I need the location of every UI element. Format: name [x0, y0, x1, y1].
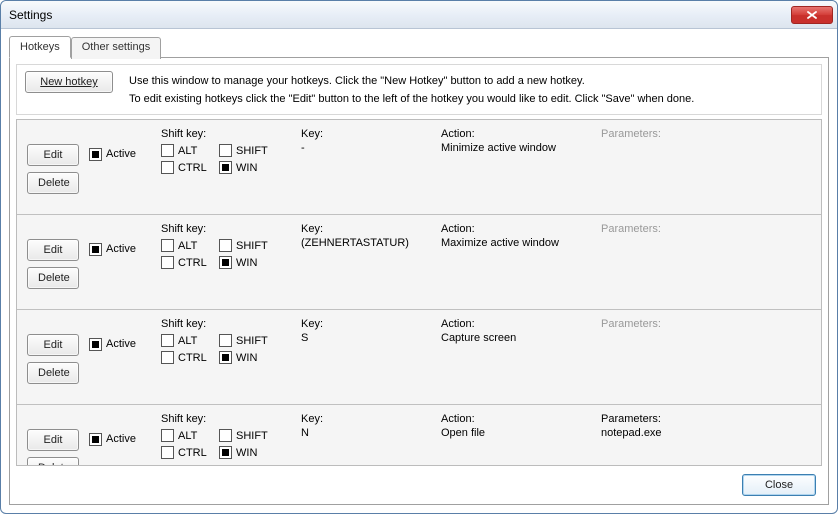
action-header: Action: — [441, 413, 601, 425]
hotkey-row: Edit Delete Active Shift key: ALT SHIFT CTRL WI… — [17, 120, 821, 215]
ctrl-checkbox[interactable] — [161, 256, 174, 269]
active-label: Active — [106, 433, 136, 445]
ctrl-label: CTRL — [178, 447, 207, 459]
action-header: Action: — [441, 128, 601, 140]
key-value: N — [301, 427, 441, 439]
tab-hotkeys[interactable]: Hotkeys — [9, 36, 71, 58]
alt-checkbox[interactable] — [161, 239, 174, 252]
edit-button[interactable]: Edit — [27, 239, 79, 261]
window-close-button[interactable] — [791, 6, 833, 24]
active-label: Active — [106, 243, 136, 255]
parameters-header: Parameters: — [601, 413, 811, 425]
shift-label: SHIFT — [236, 145, 268, 157]
delete-button[interactable]: Delete — [27, 362, 79, 384]
shift-checkbox[interactable] — [219, 429, 232, 442]
action-header: Action: — [441, 318, 601, 330]
shift-label: SHIFT — [236, 335, 268, 347]
close-icon — [807, 11, 817, 19]
action-value: Open file — [441, 427, 601, 439]
win-checkbox[interactable] — [219, 161, 232, 174]
close-button[interactable]: Close — [742, 474, 816, 496]
active-checkbox[interactable] — [89, 338, 102, 351]
hotkey-row: Edit Delete Active Shift key: ALT SHIFT CTRL WI… — [17, 310, 821, 405]
shift-key-header: Shift key: — [161, 318, 301, 330]
active-checkbox[interactable] — [89, 433, 102, 446]
tab-panel: New hotkey Use this window to manage you… — [9, 57, 829, 505]
window-title: Settings — [9, 8, 791, 22]
ctrl-checkbox[interactable] — [161, 446, 174, 459]
ctrl-checkbox[interactable] — [161, 351, 174, 364]
delete-button[interactable]: Delete — [27, 172, 79, 194]
alt-label: ALT — [178, 335, 197, 347]
win-label: WIN — [236, 257, 257, 269]
panel-footer: Close — [16, 466, 822, 498]
hotkey-row: Edit Delete Active Shift key: ALT SHIFT CTRL WI… — [17, 215, 821, 310]
ctrl-checkbox[interactable] — [161, 161, 174, 174]
hotkey-list-scroll[interactable]: Edit Delete Active Shift key: ALT SHIFT CTRL WI… — [17, 120, 821, 465]
delete-button[interactable]: Delete — [27, 267, 79, 289]
action-value: Capture screen — [441, 332, 601, 344]
intro-bar: New hotkey Use this window to manage you… — [16, 64, 822, 115]
ctrl-label: CTRL — [178, 352, 207, 364]
intro-text: Use this window to manage your hotkeys. … — [129, 71, 694, 108]
active-label: Active — [106, 338, 136, 350]
ctrl-label: CTRL — [178, 257, 207, 269]
tab-other-settings[interactable]: Other settings — [71, 37, 161, 59]
alt-label: ALT — [178, 240, 197, 252]
alt-label: ALT — [178, 145, 197, 157]
key-value: S — [301, 332, 441, 344]
hotkey-list: Edit Delete Active Shift key: ALT SHIFT CTRL WI… — [16, 119, 822, 466]
alt-checkbox[interactable] — [161, 334, 174, 347]
shift-label: SHIFT — [236, 240, 268, 252]
action-value: Maximize active window — [441, 237, 601, 249]
win-label: WIN — [236, 162, 257, 174]
ctrl-label: CTRL — [178, 162, 207, 174]
parameters-header: Parameters: — [601, 128, 811, 140]
edit-button[interactable]: Edit — [27, 429, 79, 451]
parameters-value: notepad.exe — [601, 427, 811, 439]
active-checkbox[interactable] — [89, 243, 102, 256]
shift-key-header: Shift key: — [161, 128, 301, 140]
win-checkbox[interactable] — [219, 446, 232, 459]
win-label: WIN — [236, 447, 257, 459]
alt-checkbox[interactable] — [161, 429, 174, 442]
active-label: Active — [106, 148, 136, 160]
key-header: Key: — [301, 223, 441, 235]
edit-button[interactable]: Edit — [27, 334, 79, 356]
delete-button[interactable]: Delete — [27, 457, 79, 465]
alt-checkbox[interactable] — [161, 144, 174, 157]
shift-checkbox[interactable] — [219, 334, 232, 347]
shift-checkbox[interactable] — [219, 144, 232, 157]
shift-checkbox[interactable] — [219, 239, 232, 252]
win-checkbox[interactable] — [219, 351, 232, 364]
key-value: (ZEHNERTASTATUR) — [301, 237, 441, 249]
parameters-header: Parameters: — [601, 318, 811, 330]
new-hotkey-button[interactable]: New hotkey — [25, 71, 113, 93]
action-value: Minimize active window — [441, 142, 601, 154]
win-label: WIN — [236, 352, 257, 364]
parameters-header: Parameters: — [601, 223, 811, 235]
alt-label: ALT — [178, 430, 197, 442]
key-header: Key: — [301, 318, 441, 330]
intro-line1: Use this window to manage your hotkeys. … — [129, 73, 694, 91]
shift-key-header: Shift key: — [161, 413, 301, 425]
key-value: - — [301, 142, 441, 154]
shift-key-header: Shift key: — [161, 223, 301, 235]
key-header: Key: — [301, 128, 441, 140]
win-checkbox[interactable] — [219, 256, 232, 269]
action-header: Action: — [441, 223, 601, 235]
intro-line2: To edit existing hotkeys click the "Edit… — [129, 91, 694, 109]
key-header: Key: — [301, 413, 441, 425]
edit-button[interactable]: Edit — [27, 144, 79, 166]
active-checkbox[interactable] — [89, 148, 102, 161]
shift-label: SHIFT — [236, 430, 268, 442]
titlebar: Settings — [1, 1, 837, 29]
hotkey-row: Edit Delete Active Shift key: ALT SHIFT CTRL WI… — [17, 405, 821, 465]
tab-bar: Hotkeys Other settings — [9, 35, 829, 57]
